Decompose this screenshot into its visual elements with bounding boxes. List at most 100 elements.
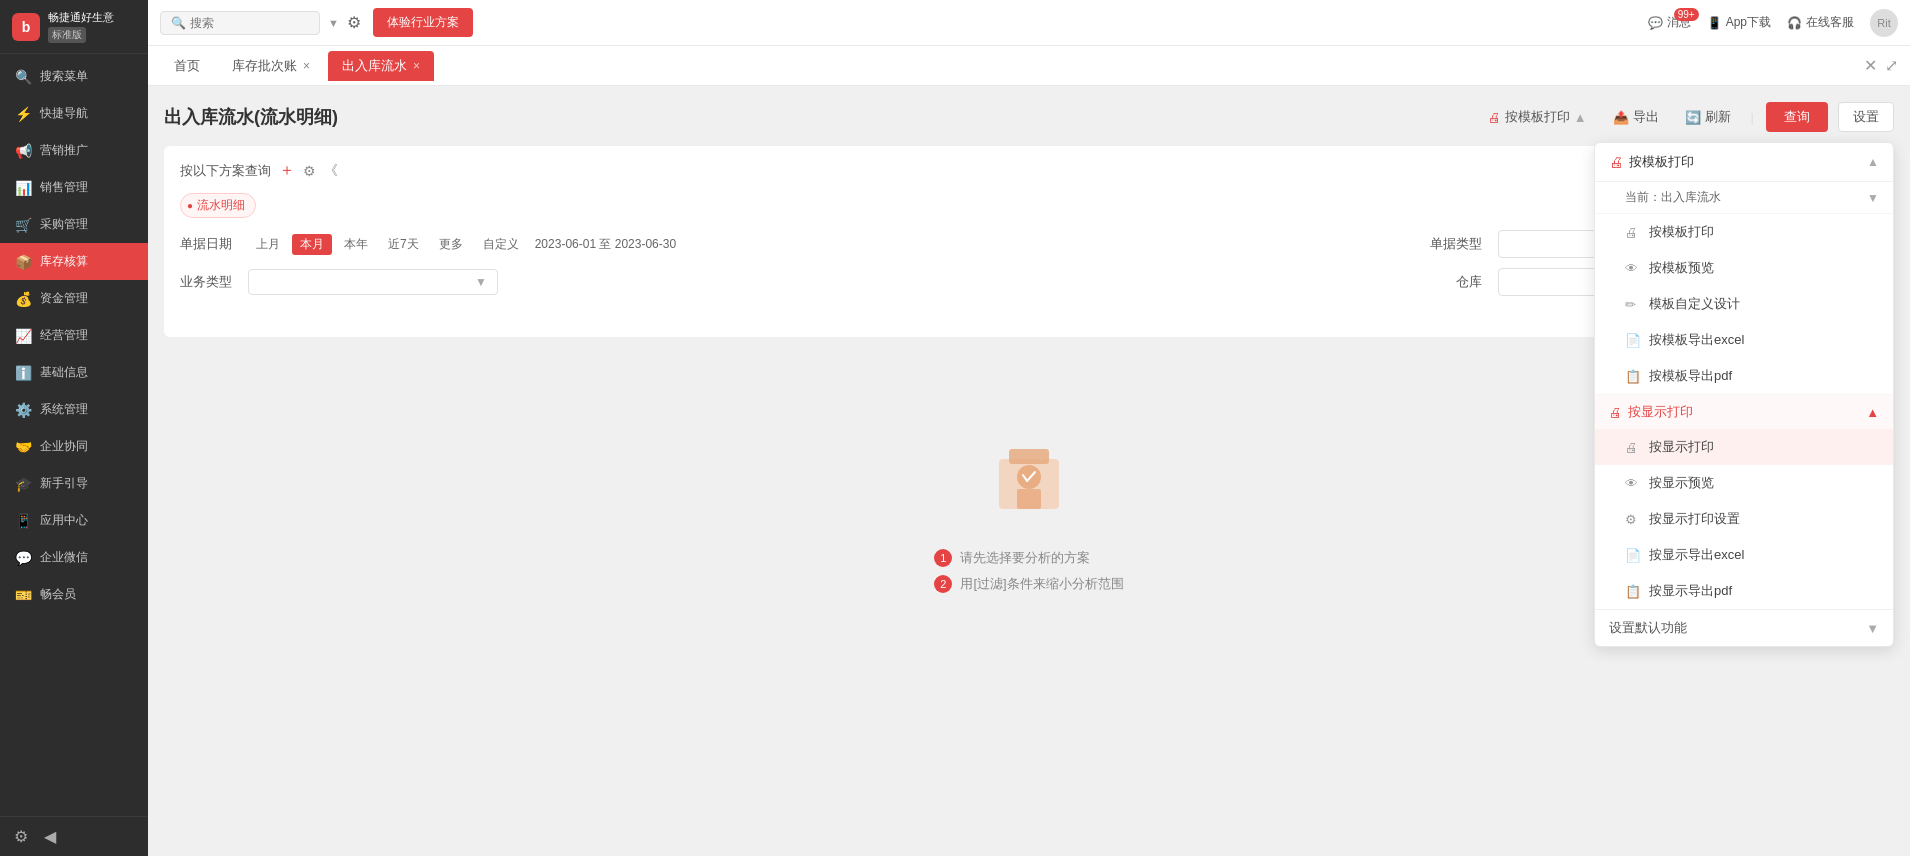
settings-bottom-icon[interactable]: ⚙ xyxy=(14,827,28,846)
message-btn[interactable]: 💬 消息 99+ xyxy=(1648,14,1691,31)
dropdown-current-arrow: ▼ xyxy=(1867,191,1879,205)
sidebar-item-system[interactable]: ⚙️ 系统管理 xyxy=(0,391,148,428)
sidebar-label-search: 搜索菜单 xyxy=(40,68,88,85)
app-download-btn[interactable]: 📱 App下载 xyxy=(1707,14,1771,31)
filter-collapse-btn[interactable]: 《 xyxy=(324,162,338,180)
export-label: 导出 xyxy=(1633,108,1659,126)
tab-in-out-flow-close[interactable]: × xyxy=(413,59,420,73)
action-divider: | xyxy=(1751,110,1754,125)
tab-batch-account-close[interactable]: × xyxy=(303,59,310,73)
template-excel-label: 按模板导出excel xyxy=(1649,331,1744,349)
collapse-sidebar-icon[interactable]: ◀ xyxy=(44,827,56,846)
dropdown-item-display-excel[interactable]: 📄 按显示导出excel xyxy=(1595,537,1893,573)
tab-batch-account[interactable]: 库存批次账 × xyxy=(218,51,324,81)
user-avatar[interactable]: Rit xyxy=(1870,9,1898,37)
sidebar-item-inventory[interactable]: 📦 库存核算 xyxy=(0,243,148,280)
date-tab-cur-month[interactable]: 本月 xyxy=(292,234,332,255)
maximize-window-btn[interactable]: ⤢ xyxy=(1885,56,1898,75)
sidebar-nav: 🔍 搜索菜单 ⚡ 快捷导航 📢 营销推广 📊 销售管理 🛒 采购管理 📦 库存核… xyxy=(0,54,148,816)
filter-header-label: 按以下方案查询 xyxy=(180,162,271,180)
sidebar-item-app-center[interactable]: 📱 应用中心 xyxy=(0,502,148,539)
header-gear-icon[interactable]: ⚙ xyxy=(347,13,361,32)
date-tab-prev-month[interactable]: 上月 xyxy=(248,234,288,255)
close-window-btn[interactable]: ✕ xyxy=(1864,56,1877,75)
sidebar-item-wechat[interactable]: 💬 企业微信 xyxy=(0,539,148,576)
date-tab-more[interactable]: 更多 xyxy=(431,234,471,255)
export-btn[interactable]: 📤 导出 xyxy=(1605,104,1667,130)
sidebar-bottom: ⚙ ◀ xyxy=(0,816,148,856)
logo-text-block: 畅捷通好生意 标准版 xyxy=(48,10,114,43)
refresh-btn[interactable]: 🔄 刷新 xyxy=(1677,104,1739,130)
purchase-icon: 🛒 xyxy=(14,217,32,233)
refresh-label: 刷新 xyxy=(1705,108,1731,126)
dropdown-item-template-excel[interactable]: 📄 按模板导出excel xyxy=(1595,322,1893,358)
sidebar-item-enterprise[interactable]: 🤝 企业协同 xyxy=(0,428,148,465)
sidebar-label-app-center: 应用中心 xyxy=(40,512,88,529)
sidebar-item-search[interactable]: 🔍 搜索菜单 xyxy=(0,58,148,95)
dropdown-print-icon: 🖨 xyxy=(1609,154,1623,170)
business-type-chevron-icon: ▼ xyxy=(475,275,487,289)
dropdown-footer-arrow: ▼ xyxy=(1866,621,1879,636)
tab-home[interactable]: 首页 xyxy=(160,51,214,81)
dropdown-header: 🖨 按模板打印 ▲ xyxy=(1595,143,1893,182)
date-tab-recent7[interactable]: 近7天 xyxy=(380,234,427,255)
print-template-btn[interactable]: 🖨 按模板打印 ▲ xyxy=(1480,104,1595,130)
dropdown-item-display-print[interactable]: 🖨 按显示打印 xyxy=(1595,429,1893,465)
search-chevron-icon: ▼ xyxy=(328,17,339,29)
page-content: 出入库流水(流水明细) 🖨 按模板打印 ▲ 📤 导出 🔄 刷新 | 查询 设置 xyxy=(148,86,1910,856)
display-excel-icon: 📄 xyxy=(1625,548,1641,563)
sidebar-item-guide[interactable]: 🎓 新手引导 xyxy=(0,465,148,502)
dropdown-item-template-preview[interactable]: 👁 按模板预览 xyxy=(1595,250,1893,286)
filter-settings-btn[interactable]: ⚙ xyxy=(303,163,316,179)
tab-bar: 首页 库存批次账 × 出入库流水 × ✕ ⤢ xyxy=(148,46,1910,86)
sidebar-item-quick-nav[interactable]: ⚡ 快捷导航 xyxy=(0,95,148,132)
sidebar-label-quick-nav: 快捷导航 xyxy=(40,105,88,122)
date-label: 单据日期 xyxy=(180,235,232,253)
empty-illustration xyxy=(979,429,1079,529)
dropdown-item-template-print[interactable]: 🖨 按模板打印 xyxy=(1595,214,1893,250)
online-service-btn[interactable]: 🎧 在线客服 xyxy=(1787,14,1854,31)
sidebar-label-system: 系统管理 xyxy=(40,401,88,418)
business-type-select[interactable]: ▼ xyxy=(248,269,498,295)
message-icon: 💬 xyxy=(1648,16,1663,30)
dropdown-item-display-print-settings[interactable]: ⚙ 按显示打印设置 xyxy=(1595,501,1893,537)
print-chevron-icon: ▲ xyxy=(1574,110,1587,125)
display-preview-icon: 👁 xyxy=(1625,476,1641,491)
sidebar-item-purchase[interactable]: 🛒 采购管理 xyxy=(0,206,148,243)
sidebar-label-enterprise: 企业协同 xyxy=(40,438,88,455)
tab-window-controls: ✕ ⤢ xyxy=(1864,56,1898,75)
app-logo-icon: b xyxy=(12,13,40,41)
dropdown-item-template-pdf[interactable]: 📋 按模板导出pdf xyxy=(1595,358,1893,394)
dropdown-footer[interactable]: 设置默认功能 ▼ xyxy=(1595,609,1893,646)
date-tab-custom[interactable]: 自定义 xyxy=(475,234,527,255)
search-input[interactable] xyxy=(190,16,309,30)
filter-add-btn[interactable]: ＋ xyxy=(279,160,295,181)
sidebar: b 畅捷通好生意 标准版 🔍 搜索菜单 ⚡ 快捷导航 📢 营销推广 📊 销售管理… xyxy=(0,0,148,856)
search-box-icon: 🔍 xyxy=(171,16,186,30)
dropdown-item-display-pdf[interactable]: 📋 按显示导出pdf xyxy=(1595,573,1893,609)
display-section-icon: 🖨 xyxy=(1609,405,1622,420)
dropdown-current: 当前：出入库流水 ▼ xyxy=(1595,182,1893,213)
sidebar-item-finance[interactable]: 💰 资金管理 xyxy=(0,280,148,317)
empty-step-1: 1 请先选择要分析的方案 xyxy=(934,549,1123,567)
operations-icon: 📈 xyxy=(14,328,32,344)
dropdown-display-section[interactable]: 🖨 按显示打印 ▲ xyxy=(1595,395,1893,429)
dropdown-item-template-custom[interactable]: ✏ 模板自定义设计 xyxy=(1595,286,1893,322)
sidebar-label-finance: 资金管理 xyxy=(40,290,88,307)
query-btn[interactable]: 查询 xyxy=(1766,102,1828,132)
date-tab-cur-year[interactable]: 本年 xyxy=(336,234,376,255)
sidebar-item-marketing[interactable]: 📢 营销推广 xyxy=(0,132,148,169)
header-search-box[interactable]: 🔍 xyxy=(160,11,320,35)
sidebar-item-basic-info[interactable]: ℹ️ 基础信息 xyxy=(0,354,148,391)
sidebar-item-sales[interactable]: 📊 销售管理 xyxy=(0,169,148,206)
sidebar-item-operations[interactable]: 📈 经营管理 xyxy=(0,317,148,354)
dropdown-item-display-preview[interactable]: 👁 按显示预览 xyxy=(1595,465,1893,501)
sidebar-item-membership[interactable]: 🎫 畅会员 xyxy=(0,576,148,613)
app-download-label: App下载 xyxy=(1726,14,1771,31)
dropdown-close-arrow[interactable]: ▲ xyxy=(1867,155,1879,169)
trial-btn[interactable]: 体验行业方案 xyxy=(373,8,473,37)
tab-in-out-flow[interactable]: 出入库流水 × xyxy=(328,51,434,81)
svg-rect-1 xyxy=(1009,449,1049,464)
tab-in-out-flow-label: 出入库流水 xyxy=(342,57,407,75)
settings-btn[interactable]: 设置 xyxy=(1838,102,1894,132)
